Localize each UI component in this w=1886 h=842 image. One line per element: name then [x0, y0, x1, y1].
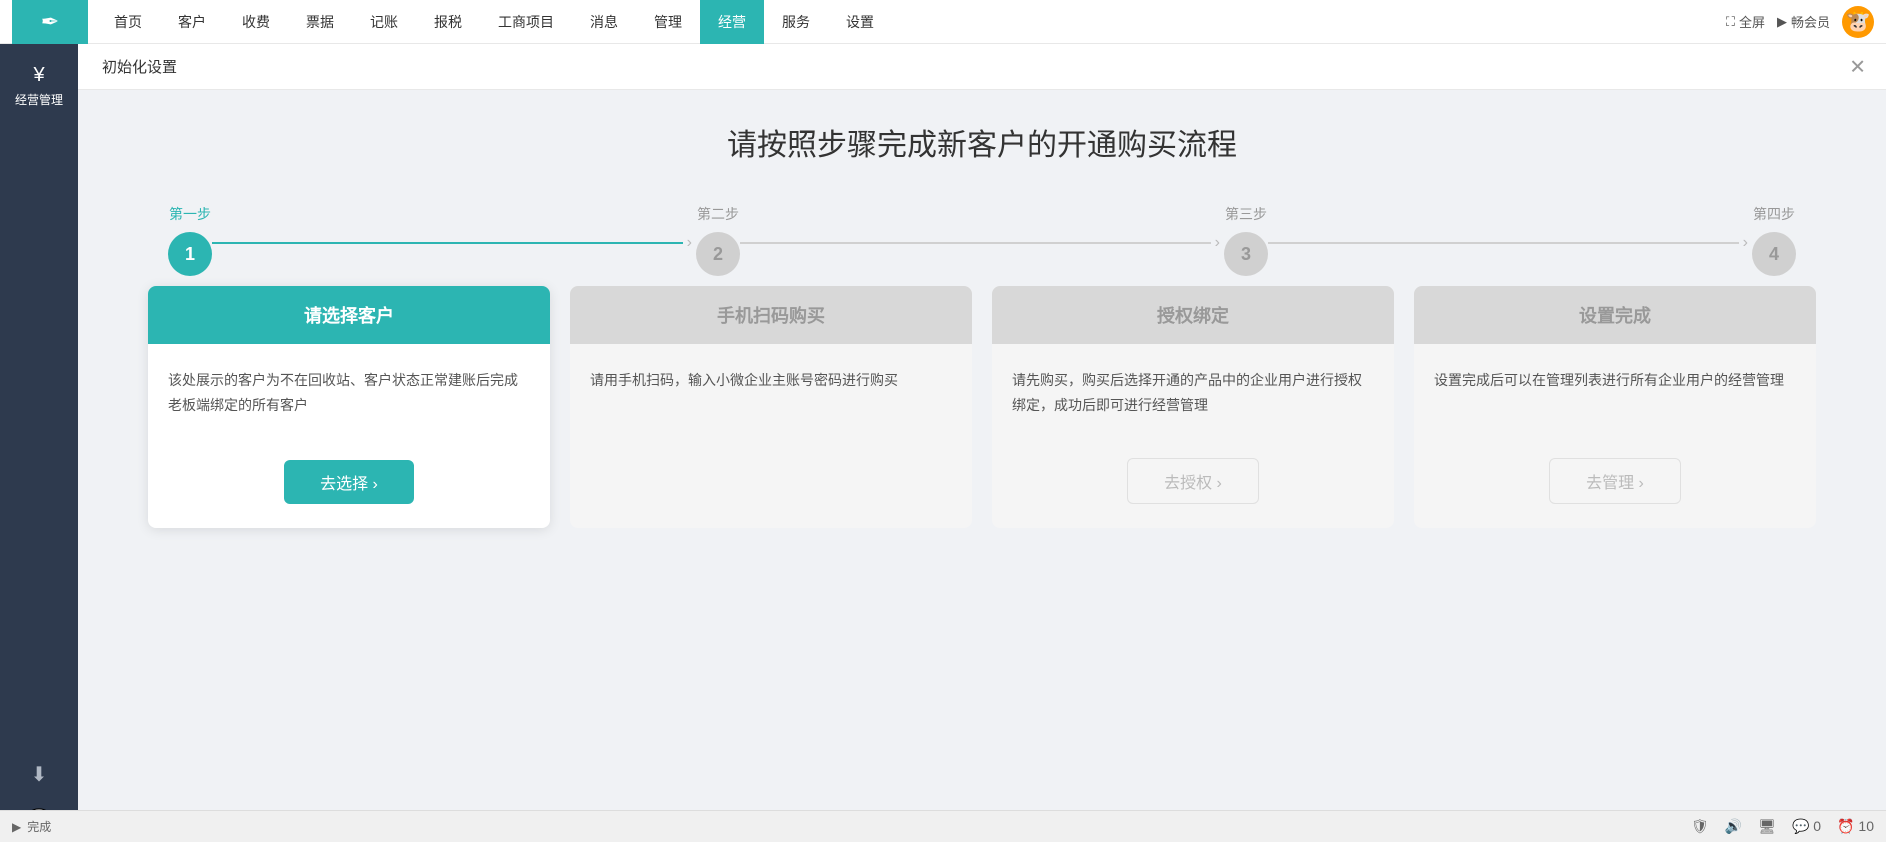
nav-items: 首页 客户 收费 票据 记账 报税 工商项目 消息 管理 经营 服务 设置: [96, 0, 1726, 44]
card-4: 设置完成 设置完成后可以在管理列表进行所有企业用户的经营管理 去管理 ›: [1414, 286, 1816, 528]
status-label: 完成: [27, 818, 51, 835]
card-2-body: 请用手机扫码，输入小微企业主账号密码进行购买: [570, 344, 972, 488]
line-1-2: ›: [212, 204, 696, 252]
card-3-body: 请先购买，购买后选择开通的产品中的企业用户进行授权绑定，成功后即可进行经营管理: [992, 344, 1394, 442]
step-2-circle: 2: [696, 232, 740, 276]
arrow-3: ›: [1743, 234, 1748, 252]
sub-header-title: 初始化设置: [102, 56, 177, 77]
nav-service[interactable]: 服务: [764, 0, 828, 44]
line-2-3: ›: [740, 204, 1224, 252]
fullscreen-label: 全屏: [1739, 12, 1765, 31]
message-count: 💬 0: [1792, 818, 1821, 835]
nav-bookkeeping[interactable]: 记账: [352, 0, 416, 44]
download-icon: ⬇: [31, 762, 48, 787]
cards-row: 请选择客户 该处展示的客户为不在回收站、客户状态正常建账后完成老板端绑定的所有客…: [138, 286, 1826, 528]
steps-indicator: 第一步 1 › 第二步 2 ›: [138, 204, 1826, 276]
fullscreen-btn[interactable]: ⛶ 全屏: [1726, 12, 1765, 31]
main-content: 初始化设置 ✕ 请按照步骤完成新客户的开通购买流程 第一步 1 ›: [78, 44, 1886, 842]
top-nav: ✒ 首页 客户 收费 票据 记账 报税 工商项目 消息 管理 经营 服务 设置 …: [0, 0, 1886, 44]
card-4-btn[interactable]: 去管理 ›: [1549, 458, 1681, 504]
step-3-col: 第三步 3: [1224, 204, 1268, 276]
card-1-footer: 去选择 ›: [148, 444, 550, 528]
logo: ✒: [12, 0, 88, 44]
line-3-4: ›: [1268, 204, 1752, 252]
nav-manage[interactable]: 管理: [636, 0, 700, 44]
connector-line-2: [740, 242, 1211, 244]
play-icon: ▶: [1777, 14, 1787, 30]
nav-tax[interactable]: 报税: [416, 0, 480, 44]
bottom-bar: ▶ 完成 🛡 🔊 🖥 💬 0 ⏰ 10: [0, 810, 1886, 842]
step-1-col: 第一步 1: [168, 204, 212, 276]
nav-right: ⛶ 全屏 ▶ 畅会员 🐮: [1726, 6, 1874, 38]
bottom-status: ▶ 完成: [12, 818, 51, 835]
avatar[interactable]: 🐮: [1842, 6, 1874, 38]
member-label: 畅会员: [1791, 12, 1830, 31]
close-button[interactable]: ✕: [1849, 54, 1866, 79]
yen-icon: ¥: [33, 64, 44, 87]
card-2: 手机扫码购买 请用手机扫码，输入小微企业主账号密码进行购买: [570, 286, 972, 528]
sidebar-download[interactable]: ⬇: [27, 752, 52, 797]
connector-line-1: [212, 242, 683, 244]
volume-icon: 🔊: [1725, 818, 1742, 835]
nav-message[interactable]: 消息: [572, 0, 636, 44]
step-2-col: 第二步 2: [696, 204, 740, 276]
sub-header: 初始化设置 ✕: [78, 44, 1886, 90]
card-2-header: 手机扫码购买: [570, 286, 972, 344]
sidebar-item-operation[interactable]: ¥ 经营管理: [0, 54, 78, 118]
sidebar-item-label: 经营管理: [15, 91, 63, 108]
step-4-col: 第四步 4: [1752, 204, 1796, 276]
sidebar: ¥ 经营管理 ⬇ 💬: [0, 44, 78, 842]
shield-icon: 🛡: [1691, 818, 1709, 835]
nav-fee[interactable]: 收费: [224, 0, 288, 44]
step-4-circle: 4: [1752, 232, 1796, 276]
nav-operation[interactable]: 经营: [700, 0, 764, 44]
play-btn[interactable]: ▶: [12, 820, 21, 834]
step-4-label: 第四步: [1753, 204, 1795, 224]
page-title: 请按照步骤完成新客户的开通购买流程: [138, 120, 1826, 164]
connector-line-3: [1268, 242, 1739, 244]
card-4-footer: 去管理 ›: [1414, 442, 1816, 528]
step-3-label: 第三步: [1225, 204, 1267, 224]
time-icon: ⏰ 10: [1837, 818, 1874, 835]
card-3-btn[interactable]: 去授权 ›: [1127, 458, 1259, 504]
bottom-right: 🛡 🔊 🖥 💬 0 ⏰ 10: [1691, 818, 1874, 835]
card-1-btn[interactable]: 去选择 ›: [284, 460, 414, 504]
nav-business[interactable]: 工商项目: [480, 0, 572, 44]
member-btn[interactable]: ▶ 畅会员: [1777, 12, 1830, 31]
avatar-icon: 🐮: [1846, 9, 1871, 34]
fullscreen-icon: ⛶: [1726, 14, 1735, 30]
arrow-1: ›: [687, 234, 692, 252]
logo-icon: ✒: [41, 9, 59, 35]
card-3-header: 授权绑定: [992, 286, 1394, 344]
step-1-circle: 1: [168, 232, 212, 276]
card-3-footer: 去授权 ›: [992, 442, 1394, 528]
step-2-label: 第二步: [697, 204, 739, 224]
card-1-body: 该处展示的客户为不在回收站、客户状态正常建账后完成老板端绑定的所有客户: [148, 344, 550, 444]
card-1: 请选择客户 该处展示的客户为不在回收站、客户状态正常建账后完成老板端绑定的所有客…: [148, 286, 550, 528]
nav-customer[interactable]: 客户: [160, 0, 224, 44]
nav-home[interactable]: 首页: [96, 0, 160, 44]
card-3: 授权绑定 请先购买，购买后选择开通的产品中的企业用户进行授权绑定，成功后即可进行…: [992, 286, 1394, 528]
step-3-circle: 3: [1224, 232, 1268, 276]
card-2-footer: [570, 488, 972, 528]
screen-icon: 🖥: [1758, 818, 1776, 835]
card-4-header: 设置完成: [1414, 286, 1816, 344]
nav-settings[interactable]: 设置: [828, 0, 892, 44]
nav-invoice[interactable]: 票据: [288, 0, 352, 44]
content-area: 请按照步骤完成新客户的开通购买流程 第一步 1 › 第二步 2: [78, 90, 1886, 558]
layout: ¥ 经营管理 ⬇ 💬 初始化设置 ✕ 请按照步骤完成新客户的开通购买流程: [0, 44, 1886, 842]
card-1-header: 请选择客户: [148, 286, 550, 344]
card-4-body: 设置完成后可以在管理列表进行所有企业用户的经营管理: [1414, 344, 1816, 442]
arrow-2: ›: [1215, 234, 1220, 252]
step-1-label: 第一步: [169, 204, 211, 224]
